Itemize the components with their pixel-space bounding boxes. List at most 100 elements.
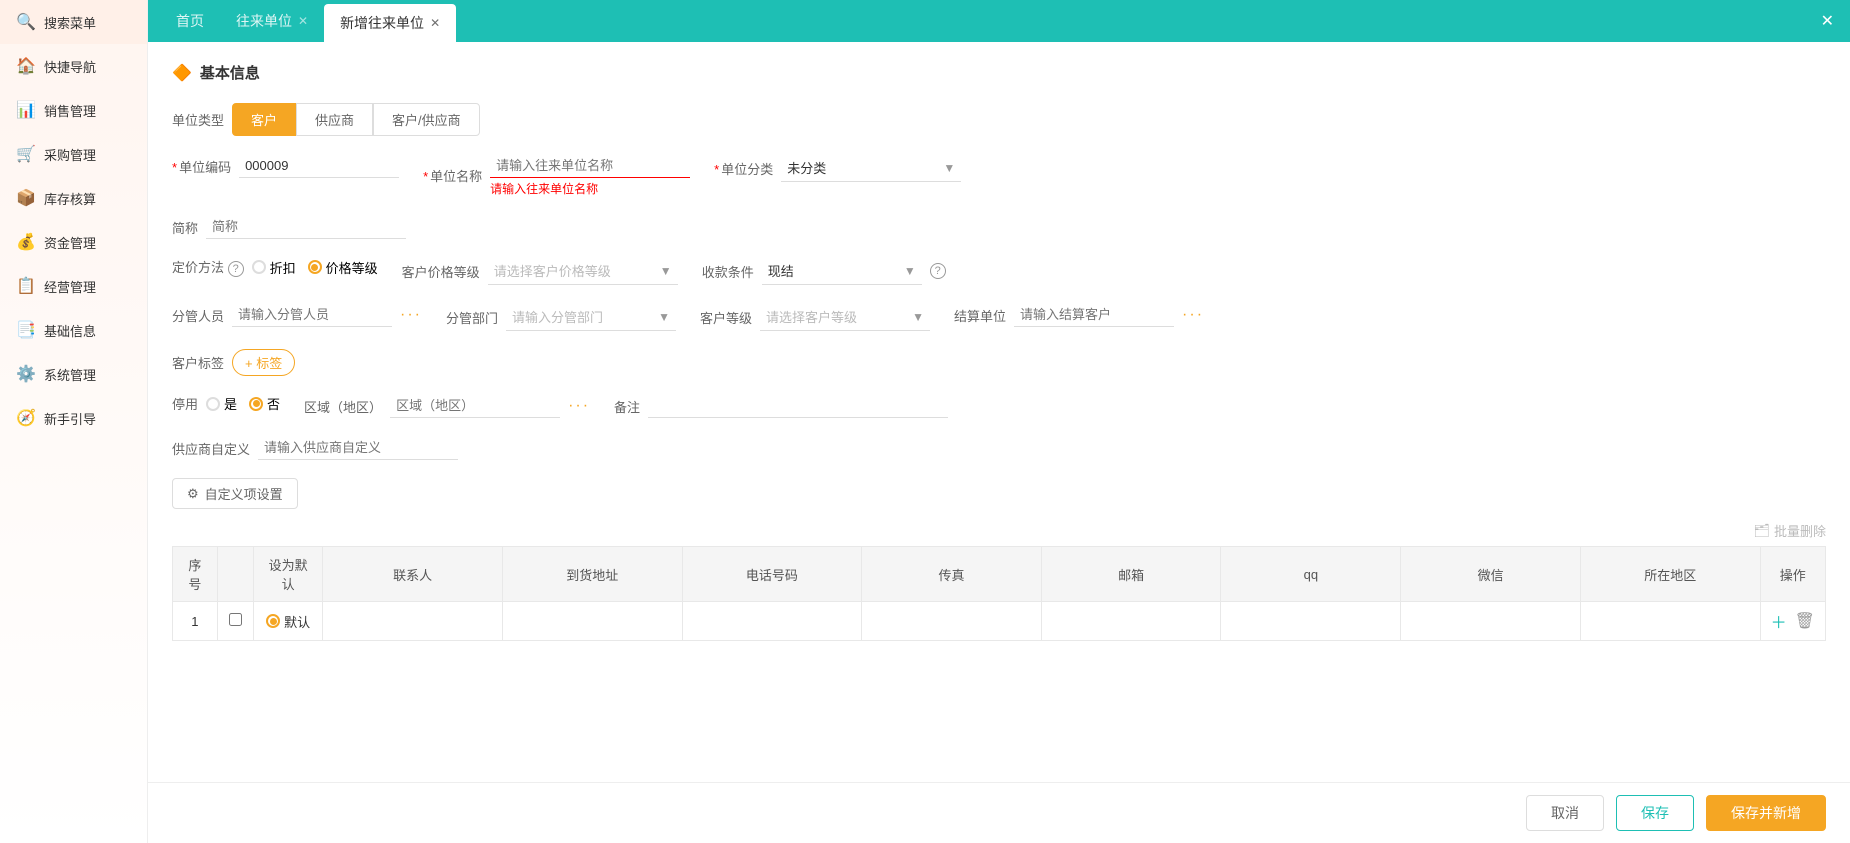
table-header-row: 序号 设为默认 联系人 到货地址 电话号码 传真 邮箱 qq 微信 所在地区 操… bbox=[173, 547, 1826, 602]
fax-input[interactable] bbox=[872, 610, 1031, 633]
tags-row: 客户标签 + 标签 bbox=[172, 349, 1826, 376]
short-name-input[interactable] bbox=[206, 215, 406, 239]
cell-qq[interactable] bbox=[1221, 602, 1401, 641]
tab-home[interactable]: 首页 bbox=[160, 0, 220, 42]
cell-fax[interactable] bbox=[862, 602, 1042, 641]
tab-new-partner-close[interactable]: ✕ bbox=[430, 16, 440, 30]
sidebar: 🔍 搜索菜单 🏠 快捷导航 📊 销售管理 🛒 采购管理 📦 库存核算 💰 资金管… bbox=[0, 0, 148, 843]
short-name-label: 简称 bbox=[172, 218, 198, 237]
region-group: 区域（地区） ··· bbox=[304, 394, 590, 418]
custom-settings-button[interactable]: ⚙ 自定义项设置 bbox=[172, 478, 298, 509]
unit-type-row: 单位类型 客户 供应商 客户/供应商 bbox=[172, 103, 1826, 136]
manager-input[interactable] bbox=[232, 303, 392, 327]
address-input[interactable] bbox=[513, 610, 672, 633]
settings-gear-icon: ⚙ bbox=[187, 486, 199, 502]
main-area: 首页 往来单位 ✕ 新增往来单位 ✕ ✕ 🔶 基本信息 单位类型 客户 供应商 … bbox=[148, 0, 1850, 843]
pricing-row: 定价方法 ? 折扣 价格等级 客户价格等级 请选择客户价 bbox=[172, 257, 1826, 285]
type-btn-customer[interactable]: 客户 bbox=[232, 103, 296, 136]
radio-disabled-yes[interactable]: 是 bbox=[206, 394, 237, 413]
tab-partners[interactable]: 往来单位 ✕ bbox=[220, 0, 324, 42]
payment-help-icon[interactable]: ? bbox=[930, 263, 946, 279]
radio-disabled-no[interactable]: 否 bbox=[249, 394, 280, 413]
type-btn-supplier[interactable]: 供应商 bbox=[296, 103, 373, 136]
unit-name-input[interactable] bbox=[490, 154, 690, 178]
sidebar-item-finance[interactable]: 💰 资金管理 bbox=[0, 220, 147, 264]
sales-icon: 📊 bbox=[16, 100, 36, 120]
cell-contact[interactable] bbox=[323, 602, 503, 641]
cell-email[interactable] bbox=[1041, 602, 1221, 641]
customer-level-label: 客户等级 bbox=[700, 308, 752, 327]
bottom-bar: 取消 保存 保存并新增 bbox=[148, 782, 1850, 843]
sidebar-item-sales[interactable]: 📊 销售管理 bbox=[0, 88, 147, 132]
department-select[interactable]: 请输入分管部门 ▼ bbox=[506, 303, 676, 331]
region-input[interactable] bbox=[390, 394, 560, 418]
cell-phone[interactable] bbox=[682, 602, 862, 641]
col-region: 所在地区 bbox=[1580, 547, 1760, 602]
wechat-input[interactable] bbox=[1411, 610, 1570, 633]
email-input[interactable] bbox=[1052, 610, 1211, 633]
unit-code-input[interactable] bbox=[239, 154, 399, 178]
unit-category-group: *单位分类 未分类 ▼ bbox=[714, 154, 961, 182]
settlement-unit-input[interactable] bbox=[1014, 303, 1174, 327]
sidebar-item-purchase[interactable]: 🛒 采购管理 bbox=[0, 132, 147, 176]
sidebar-item-operations[interactable]: 📋 经营管理 bbox=[0, 264, 147, 308]
type-btn-both[interactable]: 客户/供应商 bbox=[373, 103, 480, 136]
unit-code-label: *单位编码 bbox=[172, 157, 231, 176]
manager-group: 分管人员 ··· bbox=[172, 303, 422, 327]
radio-price-level[interactable]: 价格等级 bbox=[308, 258, 378, 277]
col-checkbox bbox=[217, 547, 253, 602]
save-new-button[interactable]: 保存并新增 bbox=[1706, 795, 1826, 831]
region-table-input[interactable] bbox=[1591, 610, 1750, 633]
radio-disabled-yes-circle bbox=[206, 397, 220, 411]
customer-price-level-select[interactable]: 请选择客户价格等级 ▼ bbox=[488, 257, 678, 285]
contact-input[interactable] bbox=[333, 610, 492, 633]
basic-icon: 📑 bbox=[16, 320, 36, 340]
col-email: 邮箱 bbox=[1041, 547, 1221, 602]
supplier-custom-input[interactable] bbox=[258, 436, 458, 460]
unit-name-error-block: 请输入往来单位名称 bbox=[490, 154, 690, 197]
batch-delete-icon: 🗂 bbox=[1753, 523, 1770, 539]
cell-wechat[interactable] bbox=[1401, 602, 1581, 641]
unit-category-select[interactable]: 未分类 ▼ bbox=[781, 154, 961, 182]
sidebar-item-system[interactable]: ⚙️ 系统管理 bbox=[0, 352, 147, 396]
save-button[interactable]: 保存 bbox=[1616, 795, 1694, 831]
cell-region[interactable] bbox=[1580, 602, 1760, 641]
tab-new-partner[interactable]: 新增往来单位 ✕ bbox=[324, 4, 456, 42]
disabled-group: 停用 是 否 bbox=[172, 394, 280, 413]
tab-partners-close[interactable]: ✕ bbox=[298, 14, 308, 28]
settlement-unit-more-btn[interactable]: ··· bbox=[1182, 306, 1204, 324]
row-add-button[interactable]: ＋ bbox=[1771, 609, 1787, 633]
qq-input[interactable] bbox=[1231, 610, 1390, 633]
radio-discount[interactable]: 折扣 bbox=[252, 258, 296, 277]
phone-input[interactable] bbox=[693, 610, 852, 633]
tab-bar: 首页 往来单位 ✕ 新增往来单位 ✕ ✕ bbox=[148, 0, 1850, 42]
region-more-btn[interactable]: ··· bbox=[568, 397, 590, 415]
batch-delete-label[interactable]: 批量删除 bbox=[1774, 521, 1826, 540]
sidebar-item-quicknav[interactable]: 🏠 快捷导航 bbox=[0, 44, 147, 88]
add-tag-button[interactable]: + 标签 bbox=[232, 349, 295, 376]
col-fax: 传真 bbox=[862, 547, 1042, 602]
row-delete-button[interactable]: 🗑 bbox=[1795, 611, 1815, 631]
customer-level-select[interactable]: 请选择客户等级 ▼ bbox=[760, 303, 930, 331]
row-checkbox[interactable] bbox=[229, 613, 242, 626]
cell-address[interactable] bbox=[502, 602, 682, 641]
cancel-button[interactable]: 取消 bbox=[1526, 795, 1604, 831]
sidebar-item-search[interactable]: 🔍 搜索菜单 bbox=[0, 0, 147, 44]
unit-code-group: *单位编码 bbox=[172, 154, 399, 178]
col-address: 到货地址 bbox=[502, 547, 682, 602]
home-icon: 🏠 bbox=[16, 56, 36, 76]
sidebar-item-newguide[interactable]: 🧭 新手引导 bbox=[0, 396, 147, 440]
sidebar-item-basic[interactable]: 📑 基础信息 bbox=[0, 308, 147, 352]
payment-terms-select[interactable]: 现结 ▼ bbox=[762, 257, 922, 285]
default-radio[interactable]: 默认 bbox=[264, 612, 312, 631]
cell-checkbox[interactable] bbox=[217, 602, 253, 641]
pricing-radio-group: 折扣 价格等级 bbox=[252, 258, 378, 277]
disabled-label: 停用 bbox=[172, 394, 198, 413]
main-close-button[interactable]: ✕ bbox=[1821, 11, 1834, 31]
sidebar-item-inventory[interactable]: 📦 库存核算 bbox=[0, 176, 147, 220]
pricing-help-icon[interactable]: ? bbox=[228, 261, 244, 277]
manager-more-btn[interactable]: ··· bbox=[400, 306, 422, 324]
remarks-input[interactable] bbox=[648, 394, 948, 418]
region-label: 区域（地区） bbox=[304, 397, 382, 416]
search-icon: 🔍 bbox=[16, 12, 36, 32]
